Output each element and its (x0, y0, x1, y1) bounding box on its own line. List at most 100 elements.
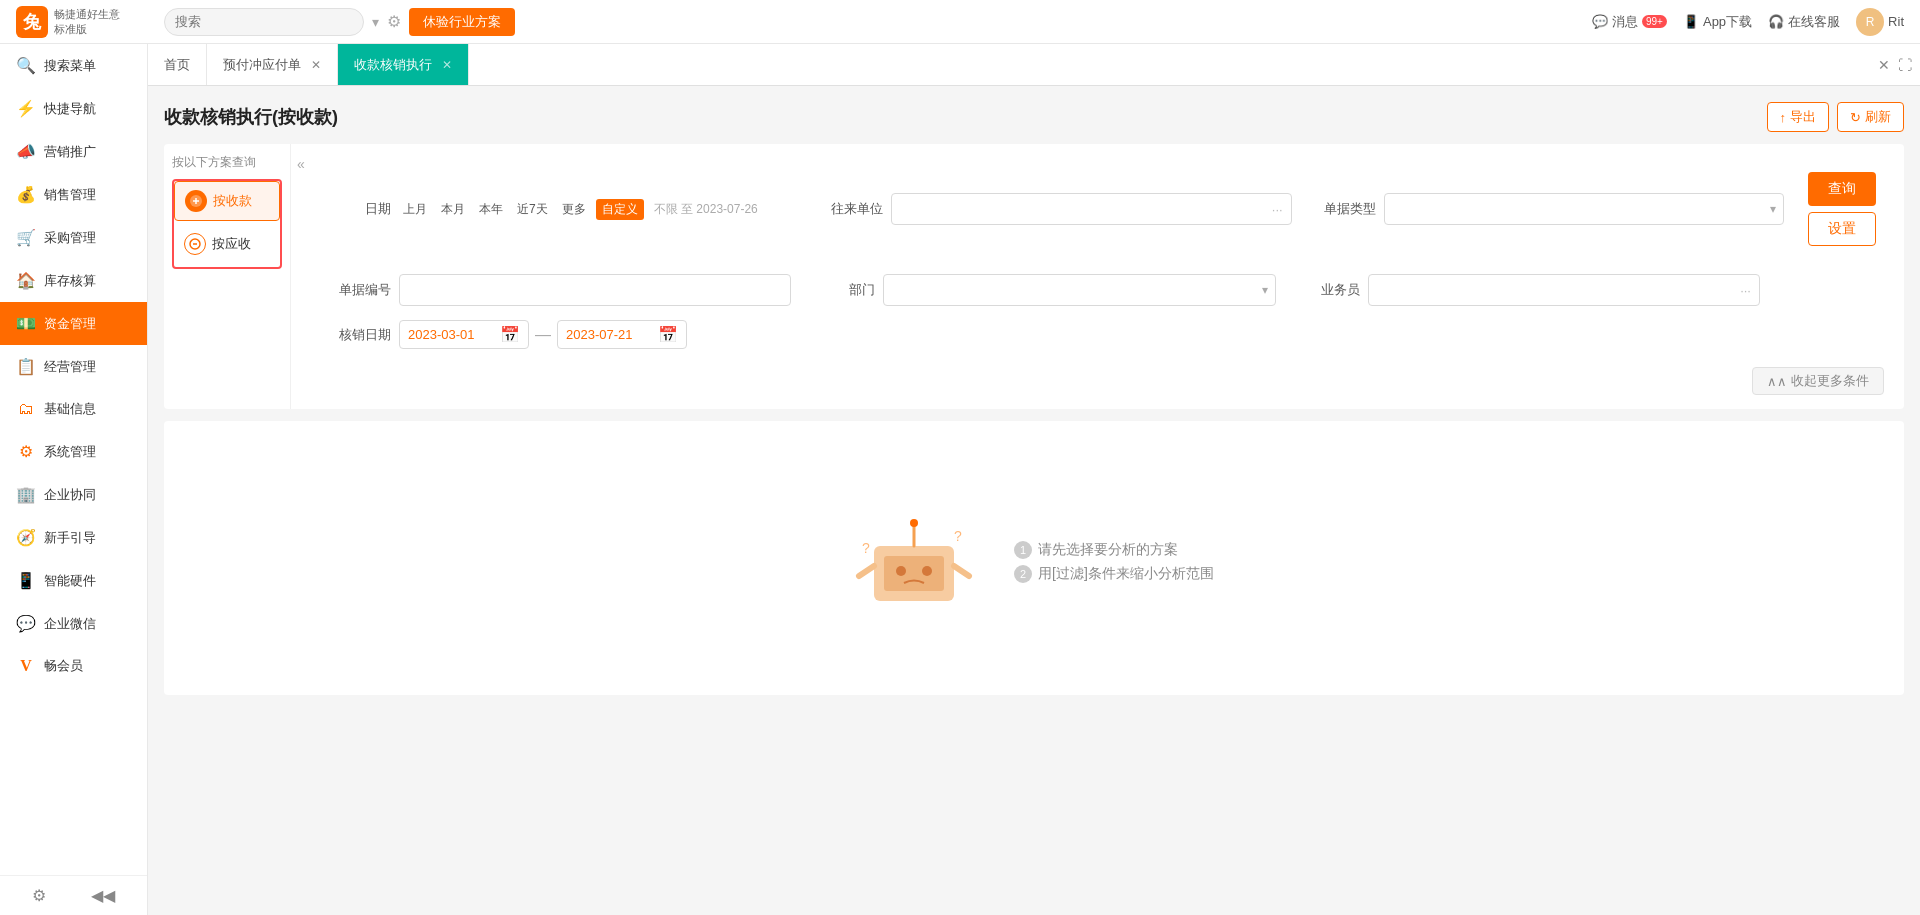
sidebar-item-sales[interactable]: 💰 销售管理 (0, 173, 147, 216)
device-icon: 📱 (16, 571, 36, 590)
salesperson-label: 业务员 (1300, 281, 1360, 299)
svg-text:?: ? (954, 528, 962, 544)
sidebar-bottom: ⚙ ◀◀ (0, 875, 147, 915)
settings-button[interactable]: 设置 (1808, 212, 1876, 246)
date-btn-7days[interactable]: 近7天 (513, 199, 552, 220)
sidebar-item-wecom[interactable]: 💬 企业微信 (0, 602, 147, 645)
sidebar-item-smart-hw[interactable]: 📱 智能硬件 (0, 559, 147, 602)
sidebar-item-biz-manage[interactable]: 📋 经营管理 (0, 345, 147, 388)
more-conditions-button[interactable]: ∧∧ 收起更多条件 (1752, 367, 1884, 395)
doc-type-select[interactable] (1384, 193, 1784, 225)
tab-label: 首页 (164, 56, 190, 74)
date-btn-last-month[interactable]: 上月 (399, 199, 431, 220)
sidebar-label: 采购管理 (44, 229, 96, 247)
message-button[interactable]: 💬 消息 99+ (1592, 13, 1667, 31)
counterpart-input-wrap[interactable]: ··· (891, 193, 1291, 225)
collapse-icon: « (297, 156, 305, 172)
query-button[interactable]: 查询 (1808, 172, 1876, 206)
sidebar-label: 企业协同 (44, 486, 96, 504)
compass-icon: 🧭 (16, 528, 36, 547)
content-area: 首页 预付冲应付单 ✕ 收款核销执行 ✕ ✕ ⛶ 收款核销执行(按收款) ↑ (148, 44, 1920, 915)
date-btn-more[interactable]: 更多 (558, 199, 590, 220)
tab-expand-icon[interactable]: ⛶ (1898, 57, 1912, 73)
page-header: 收款核销执行(按收款) ↑ 导出 ↻ 刷新 (164, 102, 1904, 132)
sidebar-item-finance[interactable]: 💵 资金管理 (0, 302, 147, 345)
calendar-end-icon[interactable]: 📅 (658, 325, 678, 344)
tab-close-icon[interactable]: ✕ (311, 58, 321, 72)
chevron-up-icon: ∧∧ (1767, 374, 1787, 389)
solution-button[interactable]: 休验行业方案 (409, 8, 515, 36)
settings-icon[interactable]: ⚙ (387, 12, 401, 31)
house-icon: 🏠 (16, 271, 36, 290)
sales-icon: 💰 (16, 185, 36, 204)
user-menu[interactable]: R Rit (1856, 8, 1904, 36)
tab-home[interactable]: 首页 (148, 44, 207, 85)
sidebar-item-inventory[interactable]: 🏠 库存核算 (0, 259, 147, 302)
calendar-start-icon[interactable]: 📅 (500, 325, 520, 344)
filter-options-wrapper: 按收款 按应收 (172, 179, 282, 269)
date-end-input[interactable] (566, 327, 654, 342)
online-service-button[interactable]: 🎧 在线客服 (1768, 13, 1840, 31)
salesperson-input-wrap[interactable]: ··· (1368, 274, 1760, 306)
date-btn-this-year[interactable]: 本年 (475, 199, 507, 220)
svg-line-8 (859, 566, 874, 576)
dropdown-icon[interactable]: ▾ (372, 14, 379, 30)
user-avatar: R (1856, 8, 1884, 36)
vip-icon: V (16, 657, 36, 675)
date-start-input[interactable] (408, 327, 496, 342)
date-btn-custom[interactable]: 自定义 (596, 199, 644, 220)
page-header-actions: ↑ 导出 ↻ 刷新 (1767, 102, 1905, 132)
sidebar-item-quick-nav[interactable]: ⚡ 快捷导航 (0, 87, 147, 130)
logo: 兔 畅捷通好生意 标准版 (16, 6, 164, 38)
dept-label: 部门 (815, 281, 875, 299)
date-btn-this-month[interactable]: 本月 (437, 199, 469, 220)
message-badge: 99+ (1642, 15, 1667, 28)
salesperson-field: 业务员 ··· (1300, 274, 1760, 306)
tab-close-icon[interactable]: ✕ (442, 58, 452, 72)
sidebar-label: 快捷导航 (44, 100, 96, 118)
date-field: 日期 上月 本月 本年 近7天 更多 自定义 不限 至 2023-07-26 (331, 199, 799, 220)
sidebar-item-basic-info[interactable]: 🗂 基础信息 (0, 388, 147, 430)
sidebar-item-vip[interactable]: V 畅会员 (0, 645, 147, 687)
sidebar-collapse-icon[interactable]: ◀◀ (91, 886, 115, 905)
sidebar-item-marketing[interactable]: 📣 营销推广 (0, 130, 147, 173)
salesperson-input[interactable] (1377, 283, 1740, 298)
more-conditions-row: ∧∧ 收起更多条件 (331, 367, 1884, 395)
sidebar-settings-icon[interactable]: ⚙ (32, 886, 46, 905)
filter-option-by-receipt[interactable]: 按收款 (174, 181, 280, 221)
svg-point-5 (922, 566, 932, 576)
receivable-icon (184, 233, 206, 255)
sidebar-item-enterprise[interactable]: 🏢 企业协同 (0, 473, 147, 516)
sidebar-item-guide[interactable]: 🧭 新手引导 (0, 516, 147, 559)
page-title: 收款核销执行(按收款) (164, 105, 338, 129)
tab-label: 预付冲应付单 (223, 56, 301, 74)
app-download-button[interactable]: 📱 App下载 (1683, 13, 1752, 31)
writeoff-date-field: 核销日期 📅 — 📅 (331, 320, 1884, 349)
tab-bar: 首页 预付冲应付单 ✕ 收款核销执行 ✕ ✕ ⛶ (148, 44, 1920, 86)
date-separator: — (535, 326, 551, 344)
sidebar: 🔍 搜索菜单 ⚡ 快捷导航 📣 营销推广 💰 销售管理 🛒 采购管理 🏠 库存核… (0, 44, 148, 915)
sidebar-label: 资金管理 (44, 315, 96, 333)
filter-option-by-receivable[interactable]: 按应收 (174, 225, 280, 263)
date-start-wrap: 📅 (399, 320, 529, 349)
tab-close-all-icon[interactable]: ✕ (1878, 57, 1890, 73)
doc-no-input[interactable] (399, 274, 791, 306)
headset-icon: 🎧 (1768, 14, 1784, 29)
export-button[interactable]: ↑ 导出 (1767, 102, 1830, 132)
tab-prepay[interactable]: 预付冲应付单 ✕ (207, 44, 338, 85)
dept-select-wrap (883, 274, 1275, 306)
counterpart-ellipsis: ··· (1272, 202, 1283, 217)
tab-writeoff[interactable]: 收款核销执行 ✕ (338, 44, 469, 85)
search-input[interactable] (164, 8, 364, 36)
svg-point-4 (896, 566, 906, 576)
sidebar-item-sys-manage[interactable]: ⚙ 系统管理 (0, 430, 147, 473)
date-range: 📅 — 📅 (399, 320, 1884, 349)
collapse-filter-button[interactable]: « (291, 144, 311, 409)
sidebar-item-purchase[interactable]: 🛒 采购管理 (0, 216, 147, 259)
empty-illustration: ? ? (854, 501, 974, 615)
topbar-search: ▾ ⚙ 休验行业方案 (164, 8, 1592, 36)
counterpart-input[interactable] (900, 202, 1271, 217)
sidebar-item-search-menu[interactable]: 🔍 搜索菜单 (0, 44, 147, 87)
refresh-button[interactable]: ↻ 刷新 (1837, 102, 1904, 132)
dept-select[interactable] (883, 274, 1275, 306)
